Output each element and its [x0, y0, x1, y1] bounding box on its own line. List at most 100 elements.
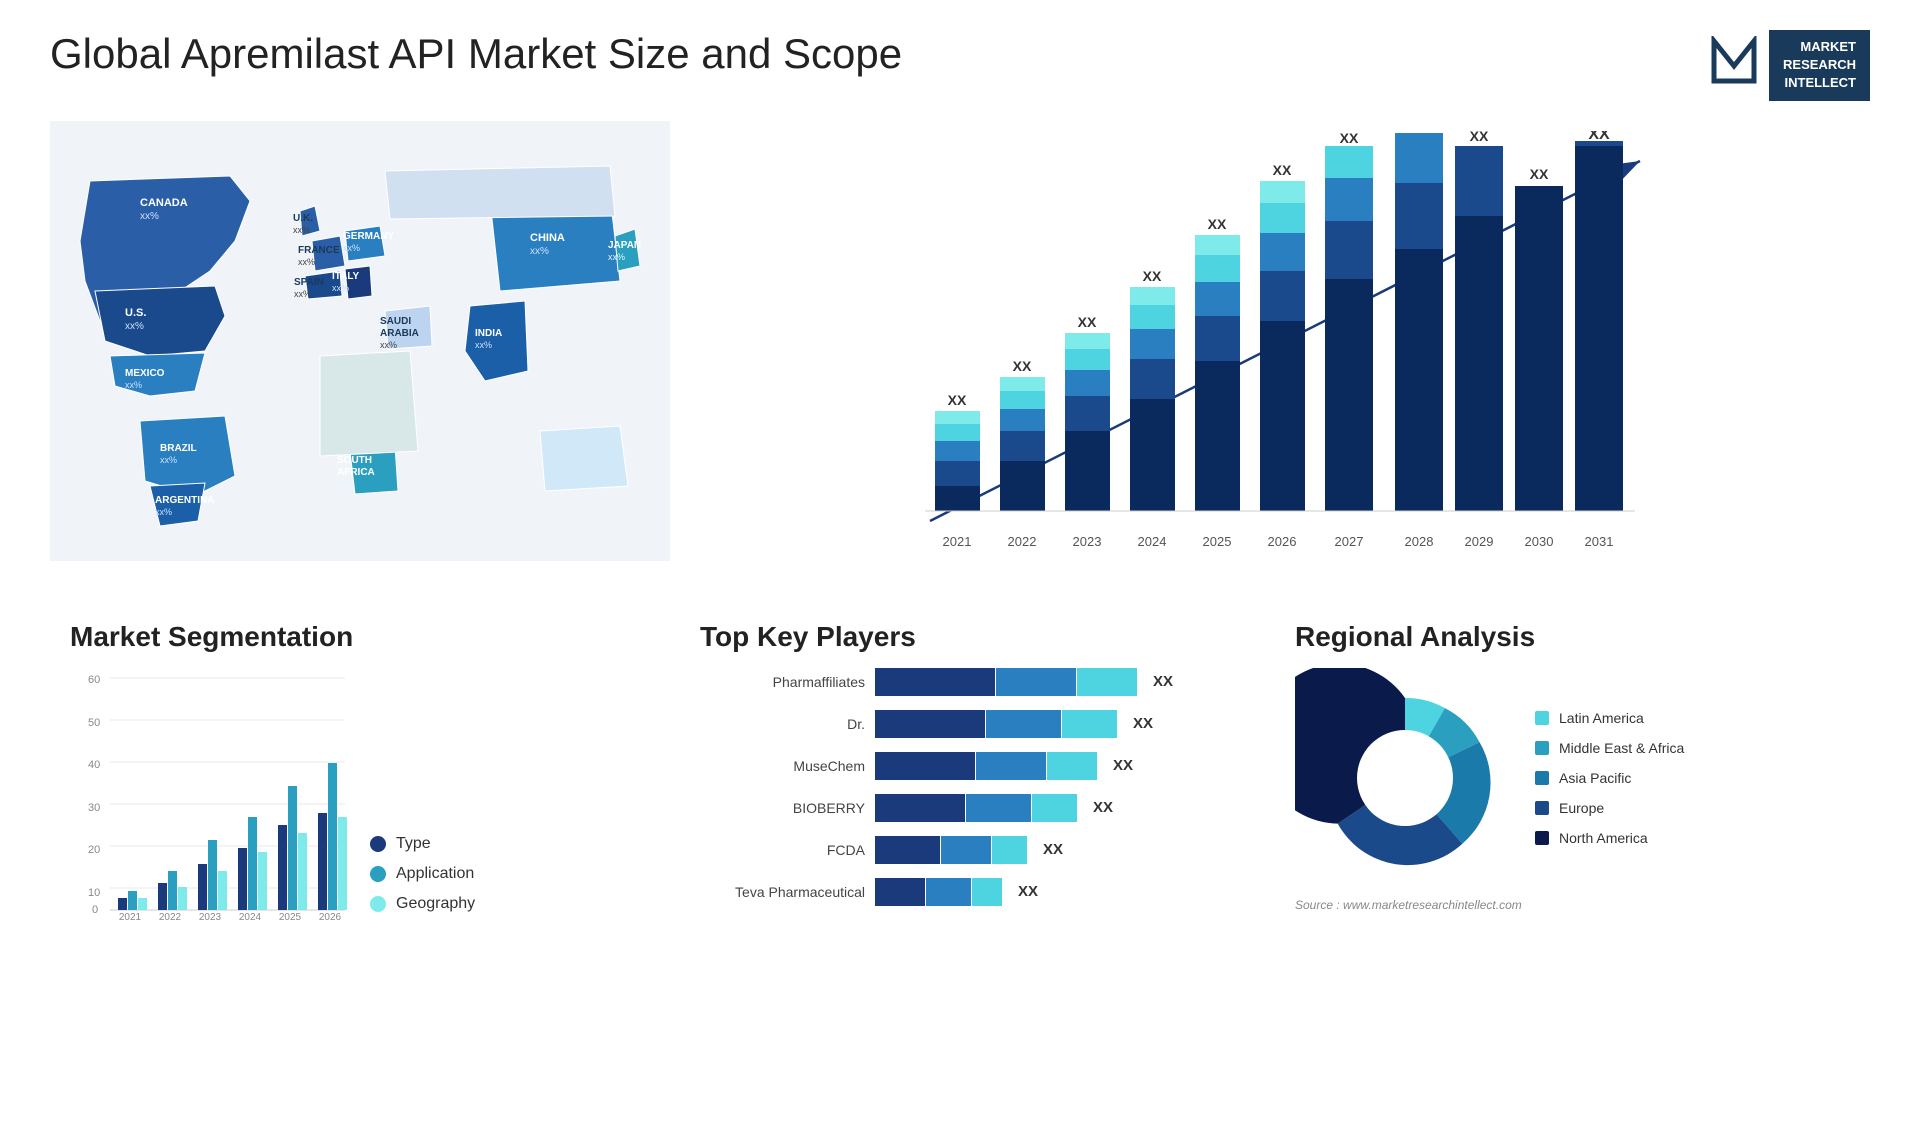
legend-dot-geography — [370, 896, 386, 912]
segmentation-section: Market Segmentation 60 50 40 30 20 10 0 — [50, 611, 670, 943]
svg-text:xx%: xx% — [125, 321, 144, 332]
player-row: MuseChem XX — [700, 752, 1255, 780]
player-name: Pharmaffiliates — [700, 674, 865, 690]
svg-text:XX: XX — [1078, 314, 1097, 330]
logo-line1: MARKET — [1783, 38, 1856, 56]
bottom-right: Top Key Players Pharmaffiliates XX — [680, 611, 1870, 943]
header: Global Apremilast API Market Size and Sc… — [50, 30, 1870, 101]
player-bars: Pharmaffiliates XX Dr. — [700, 668, 1255, 906]
player-bar-container — [875, 752, 1097, 780]
player-bar-seg3 — [1047, 752, 1097, 780]
reg-legend-na: North America — [1535, 830, 1684, 846]
svg-text:SPAIN: SPAIN — [294, 277, 324, 288]
growth-chart-svg: XX 2021 XX 2022 — [710, 131, 1850, 561]
svg-text:50: 50 — [88, 717, 100, 729]
svg-text:XX: XX — [1340, 131, 1359, 146]
bar-chart-wrapper: XX 2021 XX 2022 — [710, 131, 1850, 561]
svg-text:2026: 2026 — [319, 912, 342, 923]
player-bar-seg2 — [996, 668, 1076, 696]
player-bar-container — [875, 710, 1117, 738]
player-name: Dr. — [700, 716, 865, 732]
svg-text:SOUTH: SOUTH — [337, 455, 372, 466]
player-bar-seg2 — [966, 794, 1031, 822]
map-container: CANADA xx% U.S. xx% MEXICO xx% BRAZIL xx… — [50, 121, 670, 561]
svg-text:2031: 2031 — [1585, 534, 1614, 549]
svg-text:INDIA: INDIA — [475, 328, 502, 339]
player-value: XX — [1093, 799, 1113, 816]
reg-legend-dot-na — [1535, 831, 1549, 845]
reg-legend-dot-europe — [1535, 801, 1549, 815]
donut-area: Latin America Middle East & Africa Asia … — [1295, 668, 1850, 888]
player-value: XX — [1113, 757, 1133, 774]
legend-geography: Geography — [370, 895, 475, 913]
player-bar-seg1 — [875, 878, 925, 906]
svg-text:2023: 2023 — [199, 912, 222, 923]
svg-text:XX: XX — [1470, 131, 1489, 144]
player-row: BIOBERRY XX — [700, 794, 1255, 822]
svg-text:JAPAN: JAPAN — [608, 240, 641, 251]
player-value: XX — [1133, 715, 1153, 732]
player-bar-container — [875, 668, 1137, 696]
player-name: Teva Pharmaceutical — [700, 884, 865, 900]
svg-text:xx%: xx% — [608, 252, 625, 262]
svg-text:0: 0 — [92, 904, 98, 916]
player-bar-container — [875, 878, 1002, 906]
svg-text:xx%: xx% — [475, 340, 492, 350]
player-bar-seg1 — [875, 710, 985, 738]
reg-legend-label-apac: Asia Pacific — [1559, 770, 1631, 786]
regional-section: Regional Analysis — [1275, 611, 1870, 943]
logo-line3: INTELLECT — [1783, 74, 1856, 92]
legend-type: Type — [370, 835, 475, 853]
key-players-section: Top Key Players Pharmaffiliates XX — [680, 611, 1275, 943]
seg-bar-chart: 60 50 40 30 20 10 0 — [70, 668, 350, 928]
player-bar-seg2 — [941, 836, 991, 864]
player-bar-seg3 — [972, 878, 1002, 906]
reg-legend-label-mea: Middle East & Africa — [1559, 740, 1684, 756]
svg-text:XX: XX — [1410, 131, 1429, 132]
svg-text:FRANCE: FRANCE — [298, 245, 340, 256]
svg-text:xx%: xx% — [298, 257, 315, 267]
logo-letter — [1709, 36, 1759, 95]
player-value: XX — [1018, 883, 1038, 900]
svg-text:2021: 2021 — [119, 912, 142, 923]
svg-text:U.K.: U.K. — [293, 213, 313, 224]
svg-text:xx%: xx% — [380, 340, 397, 350]
svg-text:BRAZIL: BRAZIL — [160, 443, 197, 454]
legend-dot-application — [370, 866, 386, 882]
player-bar-seg1 — [875, 668, 995, 696]
svg-text:xx%: xx% — [293, 225, 310, 235]
logo-line2: RESEARCH — [1783, 56, 1856, 74]
seg-legend: Type Application Geography — [370, 835, 475, 933]
segmentation-title: Market Segmentation — [70, 621, 650, 653]
svg-text:60: 60 — [88, 674, 100, 686]
donut-chart — [1295, 668, 1515, 888]
svg-text:2025: 2025 — [279, 912, 302, 923]
reg-legend-label-latin: Latin America — [1559, 710, 1644, 726]
svg-text:40: 40 — [88, 759, 100, 771]
svg-text:2027: 2027 — [1335, 534, 1364, 549]
svg-text:xx%: xx% — [332, 283, 349, 293]
world-map-section: CANADA xx% U.S. xx% MEXICO xx% BRAZIL xx… — [50, 121, 670, 601]
player-bar-container — [875, 794, 1077, 822]
svg-text:2024: 2024 — [239, 912, 262, 923]
seg-chart-svg-wrapper: 60 50 40 30 20 10 0 — [70, 668, 350, 933]
svg-text:20: 20 — [88, 844, 100, 856]
logo-area: MARKET RESEARCH INTELLECT — [1709, 30, 1870, 101]
player-row: Teva Pharmaceutical XX — [700, 878, 1255, 906]
player-value: XX — [1153, 673, 1173, 690]
reg-legend-label-europe: Europe — [1559, 800, 1604, 816]
svg-text:XX: XX — [1013, 358, 1032, 374]
svg-text:2022: 2022 — [1008, 534, 1037, 549]
svg-text:2025: 2025 — [1203, 534, 1232, 549]
player-name: BIOBERRY — [700, 800, 865, 816]
seg-chart-container: 60 50 40 30 20 10 0 — [70, 668, 650, 933]
svg-text:2021: 2021 — [943, 534, 972, 549]
player-name: FCDA — [700, 842, 865, 858]
player-value: XX — [1043, 841, 1063, 858]
player-bar-seg3 — [1032, 794, 1077, 822]
svg-text:10: 10 — [88, 887, 100, 899]
world-map-svg: CANADA xx% U.S. xx% MEXICO xx% BRAZIL xx… — [50, 121, 670, 561]
key-players-title: Top Key Players — [700, 621, 1255, 653]
svg-text:XX: XX — [948, 392, 967, 408]
player-bar-seg3 — [1062, 710, 1117, 738]
